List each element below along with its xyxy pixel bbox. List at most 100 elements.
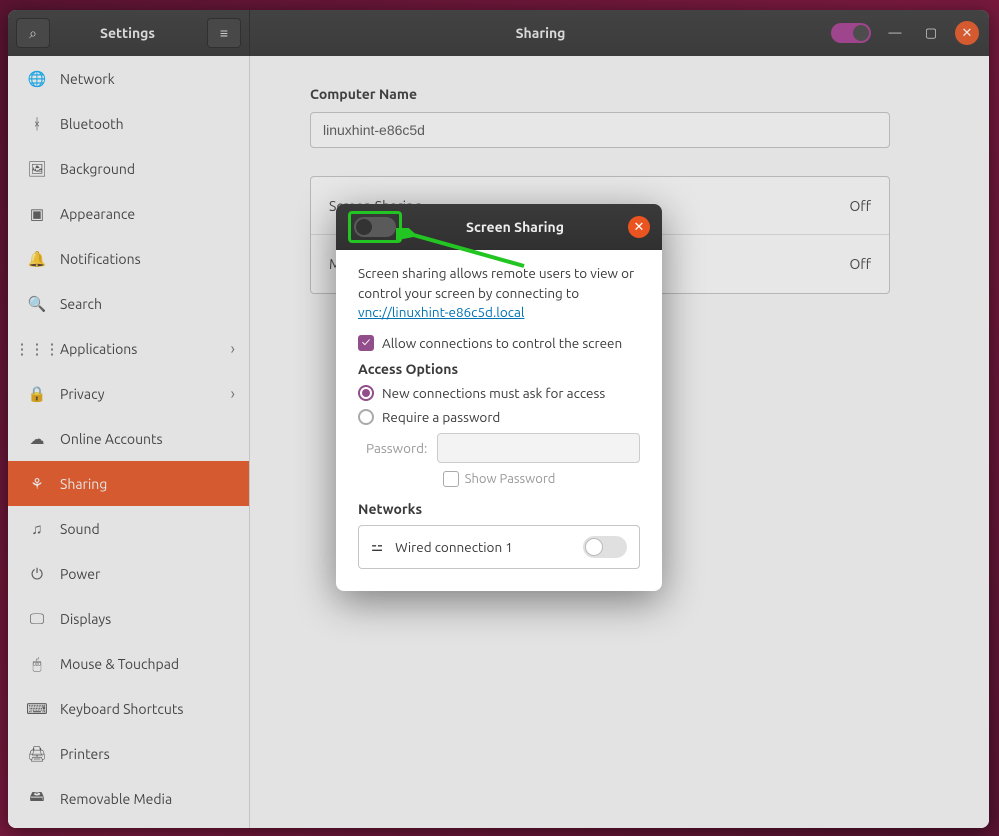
sidebar-item-label: Search	[60, 296, 102, 312]
hamburger-icon: ≡	[220, 25, 228, 41]
sidebar-item-label: Removable Media	[60, 791, 172, 807]
window-maximize-button[interactable]: ▢	[919, 21, 943, 45]
password-row: Password:	[366, 433, 640, 463]
chevron-right-icon: ›	[231, 340, 236, 358]
password-label: Password:	[366, 440, 427, 456]
sidebar-item-label: Privacy	[60, 386, 104, 402]
sidebar-item-label: Background	[60, 161, 135, 177]
header-bar: ⌕ Settings ≡ Sharing — ▢ ✕	[8, 10, 989, 56]
dialog-header: Screen Sharing ✕	[336, 204, 662, 250]
share-icon: ⚘	[28, 475, 46, 493]
show-password-checkbox	[443, 471, 459, 487]
printer-icon: 🖨	[28, 745, 46, 763]
share-row-status: Off	[849, 198, 871, 214]
bluetooth-icon: ᚼ	[28, 115, 46, 132]
radio-password-label: Require a password	[382, 409, 500, 425]
sidebar-item-network[interactable]: 🌐 Network	[8, 56, 249, 101]
chevron-right-icon: ›	[231, 385, 236, 403]
globe-icon: 🌐	[28, 70, 46, 88]
vnc-link[interactable]: vnc://linuxhint-e86c5d.local	[358, 304, 524, 320]
radio-password-row[interactable]: Require a password	[358, 409, 640, 425]
dialog-close-button[interactable]: ✕	[628, 216, 650, 238]
radio-password[interactable]	[358, 409, 374, 425]
networks-title: Networks	[358, 501, 640, 517]
search-icon: ⌕	[29, 25, 37, 42]
page-title: Sharing	[516, 25, 566, 41]
sidebar-item-applications[interactable]: ⋮⋮⋮ Applications ›	[8, 326, 249, 371]
network-toggle[interactable]	[583, 536, 627, 558]
computer-name-input[interactable]	[310, 112, 890, 148]
appearance-icon: ▣	[28, 205, 46, 223]
sidebar-item-label: Sharing	[60, 476, 107, 492]
bell-icon: 🔔	[28, 250, 46, 268]
sidebar-item-search[interactable]: 🔍 Search	[8, 281, 249, 326]
sidebar-item-label: Power	[60, 566, 100, 582]
screen-sharing-toggle[interactable]	[354, 217, 396, 237]
grid-icon: ⋮⋮⋮	[28, 340, 46, 358]
sidebar-item-background[interactable]: 🖼 Background	[8, 146, 249, 191]
radio-ask-row[interactable]: New connections must ask for access	[358, 385, 640, 401]
dialog-body: Screen sharing allows remote users to vi…	[336, 250, 662, 591]
network-icon: ⚍	[371, 538, 383, 555]
search-icon: 🔍	[28, 295, 46, 313]
sidebar-item-label: Notifications	[60, 251, 141, 267]
hamburger-button[interactable]: ≡	[207, 18, 241, 48]
window-minimize-button[interactable]: —	[883, 21, 907, 45]
power-icon: ⏻	[28, 565, 46, 583]
sidebar-item-mouse-touchpad[interactable]: 🖱 Mouse & Touchpad	[8, 641, 249, 686]
sidebar-item-online-accounts[interactable]: ☁ Online Accounts	[8, 416, 249, 461]
dialog-title: Screen Sharing	[402, 219, 628, 235]
sidebar-item-privacy[interactable]: 🔒 Privacy ›	[8, 371, 249, 416]
header-left: ⌕ Settings ≡	[8, 10, 250, 56]
sidebar-item-bluetooth[interactable]: ᚼ Bluetooth	[8, 101, 249, 146]
sidebar-item-label: Applications	[60, 341, 137, 357]
allow-control-checkbox[interactable]: ✓	[358, 335, 374, 351]
window-close-button[interactable]: ✕	[955, 21, 979, 45]
cloud-icon: ☁	[28, 430, 46, 448]
sidebar-item-label: Appearance	[60, 206, 135, 222]
sidebar-item-printers[interactable]: 🖨 Printers	[8, 731, 249, 776]
allow-control-row[interactable]: ✓ Allow connections to control the scree…	[358, 335, 640, 351]
sharing-master-toggle[interactable]	[831, 23, 871, 43]
lock-icon: 🔒	[28, 385, 46, 403]
sidebar-item-label: Online Accounts	[60, 431, 163, 447]
show-password-label: Show Password	[465, 472, 556, 486]
display-icon: 🖵	[28, 610, 46, 628]
keyboard-icon: ⌨	[28, 700, 46, 718]
screen-sharing-dialog: Screen Sharing ✕ Screen sharing allows r…	[336, 204, 662, 591]
sidebar-item-removable-media[interactable]: 🖴 Removable Media	[8, 776, 249, 821]
sidebar-item-displays[interactable]: 🖵Displays	[8, 596, 249, 641]
access-options-title: Access Options	[358, 361, 640, 377]
network-name: Wired connection 1	[395, 539, 513, 555]
disk-icon: 🖴	[28, 786, 46, 811]
radio-ask-label: New connections must ask for access	[382, 385, 605, 401]
search-button[interactable]: ⌕	[16, 18, 50, 48]
sidebar-item-label: Sound	[60, 521, 100, 537]
computer-name-label: Computer Name	[310, 86, 929, 102]
header-right: — ▢ ✕	[831, 21, 989, 45]
show-password-row: Show Password	[358, 471, 640, 487]
sidebar-item-label: Bluetooth	[60, 116, 124, 132]
sidebar-item-label: Network	[60, 71, 115, 87]
sidebar-item-label: Mouse & Touchpad	[60, 656, 179, 672]
annotation-highlight	[348, 211, 402, 243]
sidebar: 🌐 Network ᚼ Bluetooth 🖼 Background ▣ Appearance…	[8, 56, 250, 828]
app-title: Settings	[100, 25, 155, 41]
dialog-description-text: Screen sharing allows remote users to vi…	[358, 265, 634, 301]
picture-icon: 🖼	[28, 160, 46, 178]
sidebar-item-label: Printers	[60, 746, 110, 762]
share-row-status: Off	[849, 256, 871, 272]
sidebar-item-power[interactable]: ⏻ Power	[8, 551, 249, 596]
password-input	[437, 433, 640, 463]
sidebar-item-appearance[interactable]: ▣ Appearance	[8, 191, 249, 236]
header-center: Sharing	[250, 25, 831, 41]
sidebar-item-notifications[interactable]: 🔔 Notifications	[8, 236, 249, 281]
sidebar-item-sound[interactable]: ♫ Sound	[8, 506, 249, 551]
radio-ask[interactable]	[358, 385, 374, 401]
sidebar-item-keyboard-shortcuts[interactable]: ⌨ Keyboard Shortcuts	[8, 686, 249, 731]
music-icon: ♫	[28, 520, 46, 538]
network-row: ⚍ Wired connection 1	[358, 525, 640, 569]
sidebar-item-sharing[interactable]: ⚘ Sharing	[8, 461, 249, 506]
mouse-icon: 🖱	[28, 655, 46, 673]
sidebar-item-label: Keyboard Shortcuts	[60, 701, 183, 717]
